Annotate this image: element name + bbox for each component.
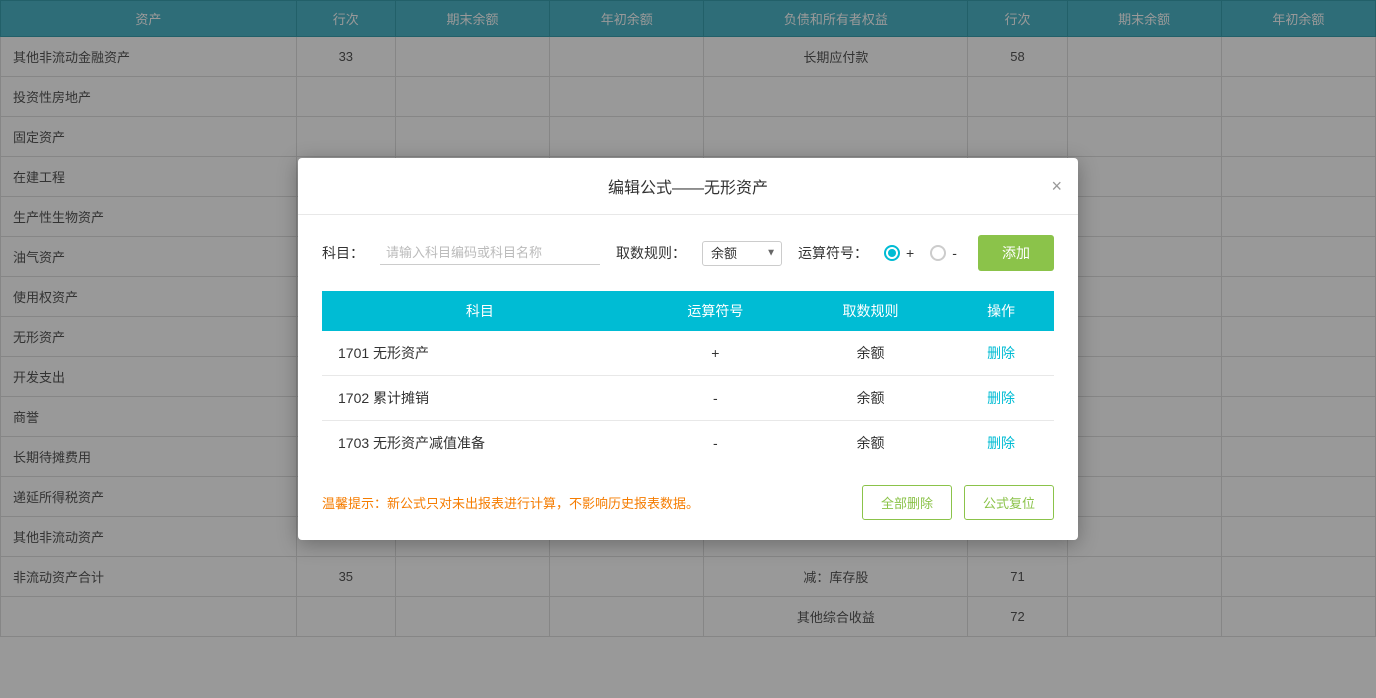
modal-close-button[interactable]: × bbox=[1051, 177, 1062, 195]
modal-dialog: 编辑公式——无形资产 × 科目： 取数规则： 余额 借方 贷方 ▼ 运算符号： … bbox=[298, 158, 1078, 540]
operator-radio-group: + - bbox=[884, 245, 957, 261]
operator-plus-option[interactable]: + bbox=[884, 245, 914, 261]
subject-input[interactable] bbox=[380, 241, 600, 265]
modal-footer: 温馨提示：新公式只对未出报表进行计算，不影响历史报表数据。 全部删除 公式复位 bbox=[298, 465, 1078, 520]
formula-rule: 余额 bbox=[793, 421, 948, 466]
formula-action-cell: 删除 bbox=[948, 376, 1054, 421]
formula-subject: 1702 累计摊销 bbox=[322, 376, 638, 421]
formula-row: 1701 无形资产 + 余额 删除 bbox=[322, 331, 1054, 376]
operator-minus-option[interactable]: - bbox=[930, 245, 957, 261]
modal-title: 编辑公式——无形资产 bbox=[608, 180, 768, 197]
formula-row: 1702 累计摊销 - 余额 删除 bbox=[322, 376, 1054, 421]
table-header-row: 科目 运算符号 取数规则 操作 bbox=[322, 291, 1054, 331]
modal-overlay: 编辑公式——无形资产 × 科目： 取数规则： 余额 借方 贷方 ▼ 运算符号： … bbox=[0, 0, 1376, 698]
delete-button-row2[interactable]: 删除 bbox=[987, 433, 1015, 453]
formula-operator: - bbox=[638, 421, 793, 466]
formula-table-wrapper: 科目 运算符号 取数规则 操作 1701 无形资产 + 余额 删除 bbox=[322, 291, 1054, 465]
delete-button-row1[interactable]: 删除 bbox=[987, 388, 1015, 408]
operator-label: 运算符号： bbox=[798, 243, 868, 263]
rule-select[interactable]: 余额 借方 贷方 bbox=[702, 241, 782, 266]
subject-label: 科目： bbox=[322, 243, 364, 263]
delete-all-button[interactable]: 全部删除 bbox=[862, 485, 952, 520]
rule-select-container: 余额 借方 贷方 ▼ bbox=[702, 241, 782, 266]
modal-header: 编辑公式——无形资产 × bbox=[298, 158, 1078, 215]
footer-tip: 温馨提示：新公式只对未出报表进行计算，不影响历史报表数据。 bbox=[322, 493, 699, 512]
formula-table: 科目 运算符号 取数规则 操作 1701 无形资产 + 余额 删除 bbox=[322, 291, 1054, 465]
formula-subject: 1703 无形资产减值准备 bbox=[322, 421, 638, 466]
formula-action-cell: 删除 bbox=[948, 331, 1054, 376]
reset-button[interactable]: 公式复位 bbox=[964, 485, 1054, 520]
formula-operator: + bbox=[638, 331, 793, 376]
add-button[interactable]: 添加 bbox=[978, 235, 1054, 271]
footer-buttons: 全部删除 公式复位 bbox=[862, 485, 1054, 520]
formula-row: 1703 无形资产减值准备 - 余额 删除 bbox=[322, 421, 1054, 466]
formula-operator: - bbox=[638, 376, 793, 421]
radio-plus-circle bbox=[884, 245, 900, 261]
footer-tip-text: 温馨提示：新公式只对未出报表进行计算，不影响历史报表数据。 bbox=[322, 496, 699, 511]
formula-action-cell: 删除 bbox=[948, 421, 1054, 466]
formula-rule: 余额 bbox=[793, 376, 948, 421]
rule-label: 取数规则： bbox=[616, 243, 686, 263]
radio-minus-circle bbox=[930, 245, 946, 261]
operator-plus-label: + bbox=[906, 245, 914, 261]
operator-minus-label: - bbox=[952, 245, 957, 261]
formula-rule: 余额 bbox=[793, 331, 948, 376]
th-action: 操作 bbox=[948, 291, 1054, 331]
th-rule: 取数规则 bbox=[793, 291, 948, 331]
formula-subject: 1701 无形资产 bbox=[322, 331, 638, 376]
modal-form-row: 科目： 取数规则： 余额 借方 贷方 ▼ 运算符号： + - bbox=[298, 215, 1078, 291]
th-subject: 科目 bbox=[322, 291, 638, 331]
delete-button-row0[interactable]: 删除 bbox=[987, 343, 1015, 363]
th-operator: 运算符号 bbox=[638, 291, 793, 331]
